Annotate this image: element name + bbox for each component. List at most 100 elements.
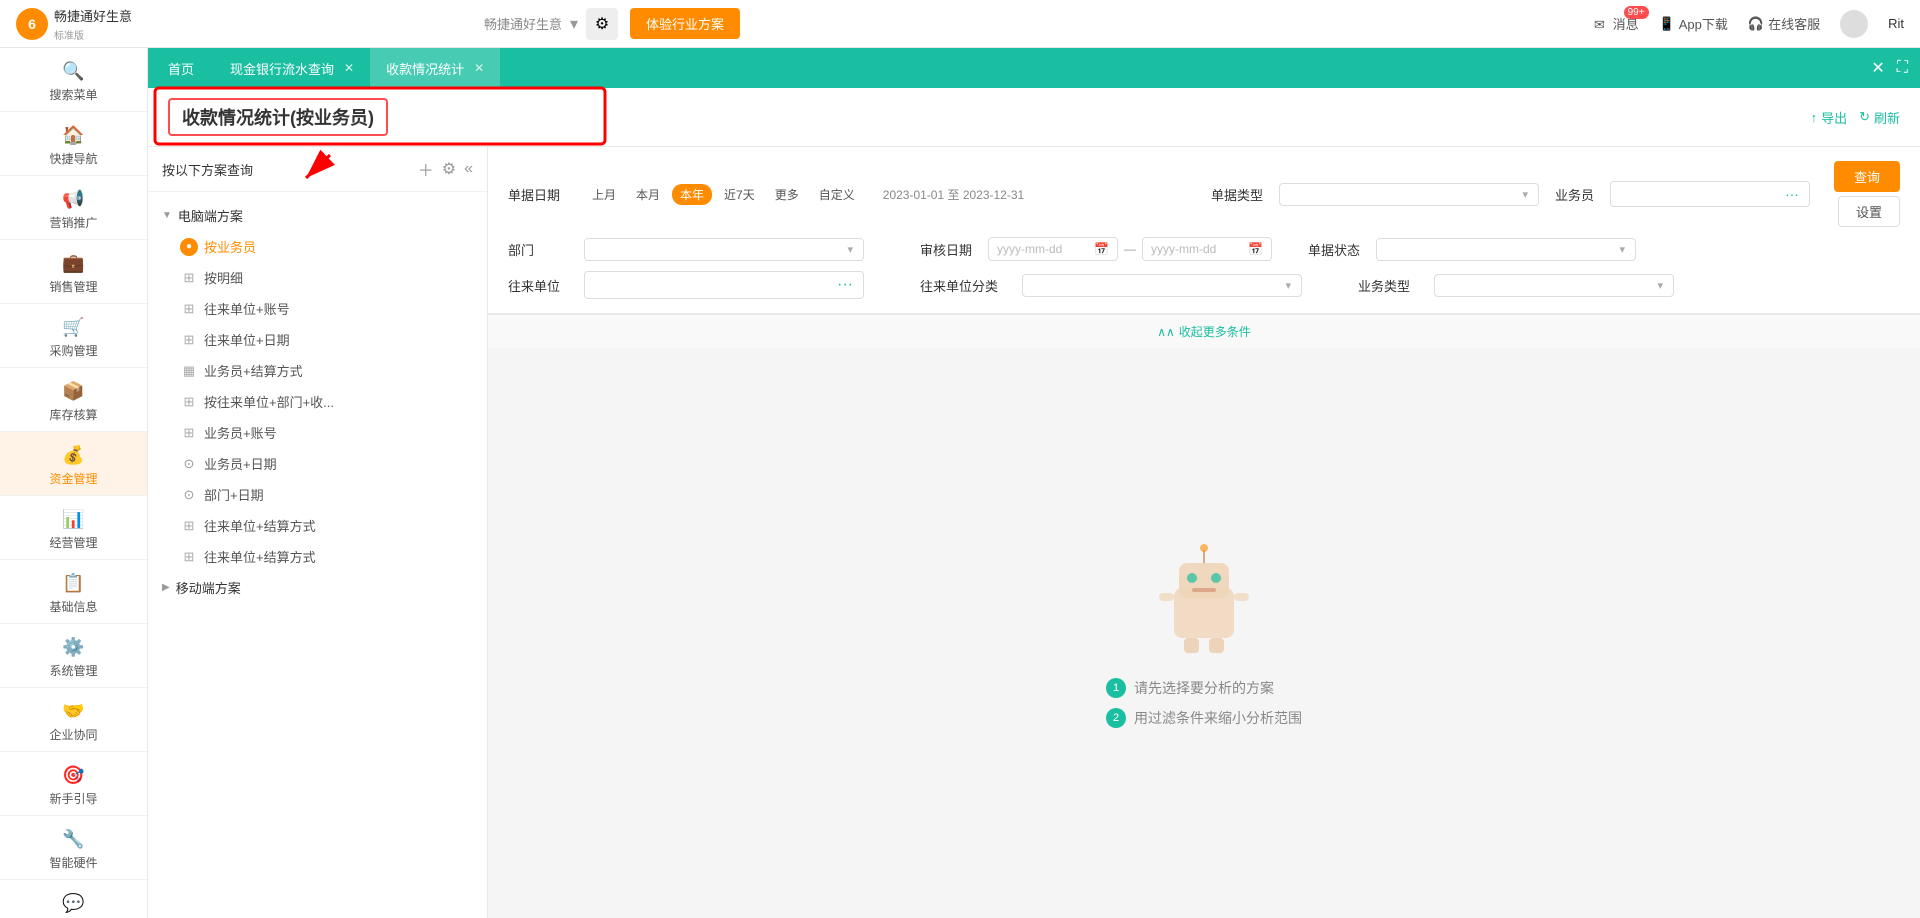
date-tab-last-month[interactable]: 上月 <box>584 184 624 205</box>
scheme-by-detail[interactable]: ⊞ 按明细 <box>148 262 487 293</box>
sidebar-item-operation[interactable]: 📊 经营管理 <box>0 496 147 560</box>
salesman-more-icon[interactable]: ··· <box>1785 186 1799 202</box>
tab-collection-stats-close[interactable]: ✕ <box>474 61 484 75</box>
scheme-partner-account[interactable]: ⊞ 往来单位+账号 <box>148 293 487 324</box>
manage-scheme-icon[interactable]: ⚙ <box>442 159 456 179</box>
finance-icon: 💰 <box>63 444 85 466</box>
purchase-icon: 🛒 <box>63 316 85 338</box>
sidebar-item-wechat[interactable]: 💬 企业微信 <box>0 880 147 918</box>
partner-more-icon[interactable]: ··· <box>837 276 853 294</box>
gear-icon[interactable]: ⚙ <box>586 8 618 40</box>
tab-maximize-icon[interactable]: ⛶ <box>1897 59 1908 77</box>
date-range-text: 2023-01-01 至 2023-12-31 <box>883 186 1024 203</box>
scheme-salesman-account[interactable]: ⊞ 业务员+账号 <box>148 417 487 448</box>
app-download-item[interactable]: 📱 App下载 <box>1659 14 1728 33</box>
dept-label: 部门 <box>508 240 568 259</box>
page-header: 收款情况统计(按业务员) ↑ 导出 ↻ 刷新 <box>148 88 1920 147</box>
filter-row-dept: 部门 ▾ 审核日期 yyyy-mm-dd 📅 — <box>508 237 1900 261</box>
step-1-text: 请先选择要分析的方案 <box>1134 678 1274 698</box>
sidebar-item-warehouse[interactable]: 📦 库存核算 <box>0 368 147 432</box>
sidebar-item-basic-info[interactable]: 📋 基础信息 <box>0 560 147 624</box>
refresh-button[interactable]: ↻ 刷新 <box>1859 108 1900 127</box>
filter-row-date: 单据日期 上月 本月 本年 近7天 更多 自定义 2023-01-01 至 20… <box>508 161 1900 227</box>
collapse-panel-icon[interactable]: « <box>464 160 473 178</box>
partner-select[interactable]: ··· <box>584 271 864 299</box>
dept-select[interactable]: ▾ <box>584 238 864 261</box>
partner-date-icon: ⊞ <box>180 331 198 349</box>
date-tabs: 上月 本月 本年 近7天 更多 自定义 <box>584 184 863 205</box>
sidebar-item-system[interactable]: ⚙️ 系统管理 <box>0 624 147 688</box>
left-panel-actions: ＋ ⚙ « <box>418 157 473 181</box>
sidebar-item-finance[interactable]: 💰 资金管理 <box>0 432 147 496</box>
date-tab-this-year[interactable]: 本年 <box>672 184 712 205</box>
tab-bar-end: ✕ ⛶ <box>1871 48 1920 88</box>
doc-status-select[interactable]: ▾ <box>1376 238 1636 261</box>
tree-section: ▼ 电脑端方案 ● 按业务员 ⊞ 按明细 ⊞ 往来单位+账号 <box>148 192 487 611</box>
message-icon-area[interactable]: ✉ 99+ 消息 <box>1594 14 1639 33</box>
date-tab-more[interactable]: 更多 <box>767 184 807 205</box>
review-date-end[interactable]: yyyy-mm-dd 📅 <box>1142 237 1272 261</box>
header-right: ✉ 99+ 消息 📱 App下载 🎧 在线客服 Rit <box>1594 10 1904 38</box>
content-area: 首页 现金银行流水查询 ✕ 收款情况统计 ✕ ✕ ⛶ 收款情况统计(按业务员) … <box>148 48 1920 918</box>
sidebar-item-purchase[interactable]: 🛒 采购管理 <box>0 304 147 368</box>
system-icon: ⚙️ <box>63 636 85 658</box>
sidebar-item-smart-hw[interactable]: 🔧 智能硬件 <box>0 816 147 880</box>
dropdown-icon[interactable]: ▾ <box>570 14 578 34</box>
scheme-dept-date[interactable]: ⊙ 部门+日期 <box>148 479 487 510</box>
scheme-partner-settlement1[interactable]: ⊞ 往来单位+结算方式 <box>148 510 487 541</box>
sidebar-item-guide[interactable]: 🎯 新手引导 <box>0 752 147 816</box>
query-button[interactable]: 查询 <box>1834 161 1900 192</box>
salesman-label: 业务员 <box>1555 185 1594 204</box>
desktop-group-header[interactable]: ▼ 电脑端方案 <box>148 200 487 231</box>
basic-info-label: 基础信息 <box>49 598 97 615</box>
breadcrumb-hint: 畅捷通好生意 <box>484 14 562 33</box>
scheme-partner-settlement2[interactable]: ⊞ 往来单位+结算方式 <box>148 541 487 572</box>
top-header: 6 畅捷通好生意 标准版 畅捷通好生意 ▾ ⚙ 体验行业方案 ✉ 99+ 消息 … <box>0 0 1920 48</box>
settings-button[interactable]: 设置 <box>1838 196 1900 227</box>
collapse-icon: ∧∧ <box>1157 325 1175 339</box>
calendar-start-icon[interactable]: 📅 <box>1094 242 1109 256</box>
scheme-partner-dept-collect[interactable]: ⊞ 按往来单位+部门+收... <box>148 386 487 417</box>
date-tab-this-month[interactable]: 本月 <box>628 184 668 205</box>
sidebar: 🔍 搜索菜单 🏠 快捷导航 📢 营销推广 💼 销售管理 🛒 采购管理 📦 库存核… <box>0 48 148 918</box>
review-date-start[interactable]: yyyy-mm-dd 📅 <box>988 237 1118 261</box>
marketing-label: 营销推广 <box>49 214 97 231</box>
tab-home[interactable]: 首页 <box>148 48 214 88</box>
salesman-select[interactable]: ··· <box>1610 181 1810 207</box>
scheme-by-salesman[interactable]: ● 按业务员 <box>148 231 487 262</box>
username-label: Rit <box>1888 16 1904 31</box>
tab-bank-flow[interactable]: 现金银行流水查询 ✕ <box>214 48 370 88</box>
tab-collection-stats[interactable]: 收款情况统计 ✕ <box>370 48 500 88</box>
add-scheme-icon[interactable]: ＋ <box>418 157 434 181</box>
partner-category-select[interactable]: ▾ <box>1022 274 1302 297</box>
purchase-label: 采购管理 <box>49 342 97 359</box>
sidebar-item-quick-nav[interactable]: 🏠 快捷导航 <box>0 112 147 176</box>
sidebar-item-sales[interactable]: 💼 销售管理 <box>0 240 147 304</box>
tab-close-all-icon[interactable]: ✕ <box>1871 58 1884 78</box>
date-tab-custom[interactable]: 自定义 <box>811 184 863 205</box>
scheme-salesman-date[interactable]: ⊙ 业务员+日期 <box>148 448 487 479</box>
review-date-end-placeholder: yyyy-mm-dd <box>1151 242 1216 256</box>
biz-type-chevron: ▾ <box>1658 279 1664 292</box>
date-tab-7days[interactable]: 近7天 <box>716 184 763 205</box>
warehouse-icon: 📦 <box>63 380 85 402</box>
doc-type-select[interactable]: ▾ <box>1279 183 1539 206</box>
collapse-more-conditions[interactable]: ∧∧ 收起更多条件 <box>488 314 1920 348</box>
biz-type-select[interactable]: ▾ <box>1434 274 1674 297</box>
online-service-item[interactable]: 🎧 在线客服 <box>1748 14 1820 33</box>
salesman-account-icon: ⊞ <box>180 424 198 442</box>
export-button[interactable]: ↑ 导出 <box>1811 108 1848 127</box>
scheme-salesman-settlement[interactable]: ▦ 业务员+结算方式 <box>148 355 487 386</box>
user-avatar[interactable] <box>1840 10 1868 38</box>
calendar-end-icon[interactable]: 📅 <box>1248 242 1263 256</box>
marketing-icon: 📢 <box>63 188 85 210</box>
header-middle: 体验行业方案 <box>618 8 1594 39</box>
trial-button[interactable]: 体验行业方案 <box>630 8 740 39</box>
mobile-group-header[interactable]: ▶ 移动端方案 <box>148 572 487 603</box>
sidebar-item-enterprise[interactable]: 🤝 企业协同 <box>0 688 147 752</box>
scheme-partner-date[interactable]: ⊞ 往来单位+日期 <box>148 324 487 355</box>
tab-bank-flow-close[interactable]: ✕ <box>344 61 354 75</box>
sidebar-item-marketing[interactable]: 📢 营销推广 <box>0 176 147 240</box>
finance-label: 资金管理 <box>49 470 97 487</box>
sidebar-item-search-menu[interactable]: 🔍 搜索菜单 <box>0 48 147 112</box>
